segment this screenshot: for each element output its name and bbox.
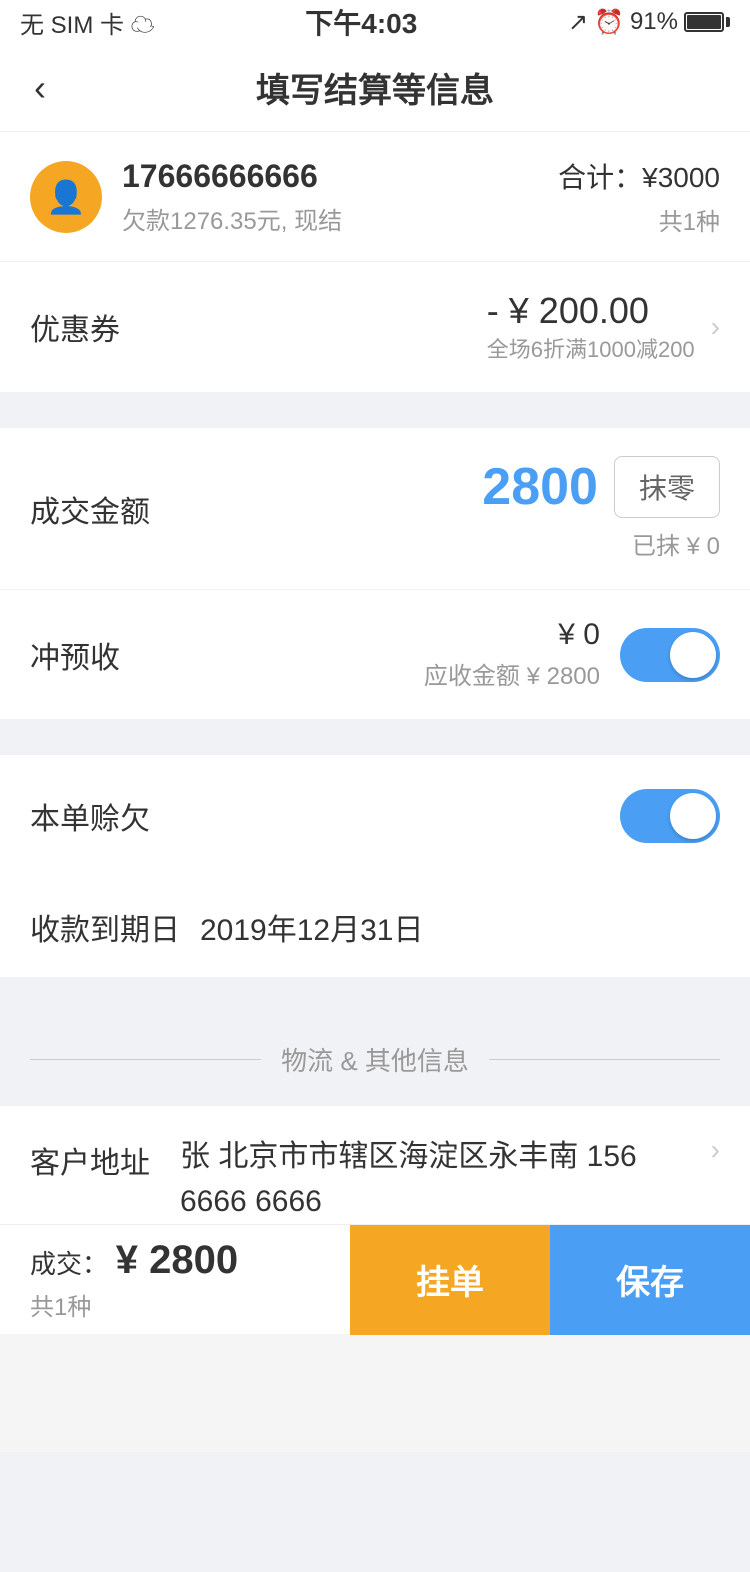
total-amount: 合计：¥3000 <box>558 156 720 196</box>
divider-line-right <box>489 1059 720 1060</box>
prepay-toggle[interactable] <box>620 628 720 682</box>
bottom-total-line: 成交： ¥ 2800 <box>30 1238 320 1283</box>
save-button[interactable]: 保存 <box>550 1225 750 1335</box>
deal-amount-row: 成交金额 2800 抹零 已抹 ¥ 0 <box>0 428 750 590</box>
customer-sub: 欠款1276.35元, 现结 <box>122 201 342 236</box>
nav-header: ‹ 填写结算等信息 <box>0 44 750 132</box>
customer-total: 合计：¥3000 共1种 <box>558 156 720 237</box>
back-button[interactable]: ‹ <box>24 57 56 119</box>
sim-wifi-indicator: 无 SIM 卡 ☁ <box>20 5 155 40</box>
bottom-bar: 成交： ¥ 2800 共1种 挂单 保存 <box>0 1224 750 1334</box>
bottom-deal-label: 成交： <box>30 1249 108 1279</box>
due-date-label: 收款到期日 <box>30 905 180 949</box>
prepay-label: 冲预收 <box>30 633 120 677</box>
status-time: 下午4:03 <box>305 2 417 42</box>
due-date-value: 2019年12月31日 <box>200 905 423 949</box>
status-left: 无 SIM 卡 ☁ <box>20 5 155 40</box>
deal-label: 成交金额 <box>30 487 150 531</box>
logistics-header: 物流 & 其他信息 <box>0 1013 750 1106</box>
hold-button[interactable]: 挂单 <box>350 1225 550 1335</box>
address-label: 客户地址 <box>30 1134 150 1182</box>
alarm-icon: ⏰ <box>594 8 624 37</box>
avatar: 👤 <box>30 161 102 233</box>
debt-toggle[interactable] <box>620 789 720 843</box>
divider-line-left <box>30 1059 261 1060</box>
battery-icon <box>684 12 730 32</box>
customer-phone: 17666666666 <box>122 158 342 195</box>
due-date-row: 收款到期日 2019年12月31日 <box>0 877 750 977</box>
deal-amount: 2800 <box>482 457 598 517</box>
coupon-discount: - ¥ 200.00 <box>487 290 695 332</box>
coupon-info: - ¥ 200.00 全场6折满1000减200 <box>487 290 695 364</box>
coupon-right: - ¥ 200.00 全场6折满1000减200 › <box>487 290 720 364</box>
bottom-summary: 成交： ¥ 2800 共1种 <box>0 1238 350 1322</box>
section-divider-1 <box>0 408 750 428</box>
customer-left: 👤 17666666666 欠款1276.35元, 现结 <box>30 158 342 236</box>
status-bar: 无 SIM 卡 ☁ 下午4:03 ↗ ⏰ 91% <box>0 0 750 44</box>
page-title: 填写结算等信息 <box>256 63 494 112</box>
deal-value-area: 2800 抹零 已抹 ¥ 0 <box>482 456 720 561</box>
bottom-total-amount: ¥ 2800 <box>116 1238 238 1282</box>
coupon-desc: 全场6折满1000减200 <box>487 332 695 364</box>
customer-card: 👤 17666666666 欠款1276.35元, 现结 合计：¥3000 共1… <box>0 132 750 392</box>
chevron-right-icon: › <box>711 311 720 343</box>
customer-details: 17666666666 欠款1276.35元, 现结 <box>122 158 342 236</box>
content: 👤 17666666666 欠款1276.35元, 现结 合计：¥3000 共1… <box>0 132 750 1572</box>
debt-row: 本单赊欠 <box>0 755 750 877</box>
location-icon: ↗ <box>568 8 588 37</box>
deal-section: 成交金额 2800 抹零 已抹 ¥ 0 冲预收 ¥ 0 应收金额 ¥ 2800 <box>0 428 750 719</box>
prepay-sub: 应收金额 ¥ 2800 <box>424 656 600 691</box>
round-button[interactable]: 抹零 <box>614 456 720 518</box>
coupon-row[interactable]: 优惠券 - ¥ 200.00 全场6折满1000减200 › <box>0 261 750 392</box>
logistics-text: 物流 & 其他信息 <box>281 1041 469 1078</box>
address-chevron-icon: › <box>711 1134 720 1166</box>
coupon-label: 优惠券 <box>30 305 120 349</box>
status-right: ↗ ⏰ 91% <box>568 8 730 37</box>
prepay-amount: ¥ 0 <box>424 618 600 652</box>
total-count: 共1种 <box>558 202 720 237</box>
section-divider-2 <box>0 735 750 755</box>
address-value: 张 北京市市辖区海淀区永丰南 156 6666 6666 <box>180 1134 705 1224</box>
debt-label: 本单赊欠 <box>30 794 150 838</box>
battery-percent: 91% <box>630 8 678 36</box>
debt-section: 本单赊欠 收款到期日 2019年12月31日 <box>0 755 750 977</box>
avatar-icon: 👤 <box>46 178 86 216</box>
prepay-row: 冲预收 ¥ 0 应收金额 ¥ 2800 <box>0 590 750 719</box>
debt-toggle-knob <box>670 793 716 839</box>
toggle-knob <box>670 632 716 678</box>
deal-sub: 已抹 ¥ 0 <box>632 526 720 561</box>
bottom-count: 共1种 <box>30 1287 320 1322</box>
customer-info-row: 👤 17666666666 欠款1276.35元, 现结 合计：¥3000 共1… <box>0 132 750 261</box>
section-divider-3 <box>0 993 750 1013</box>
